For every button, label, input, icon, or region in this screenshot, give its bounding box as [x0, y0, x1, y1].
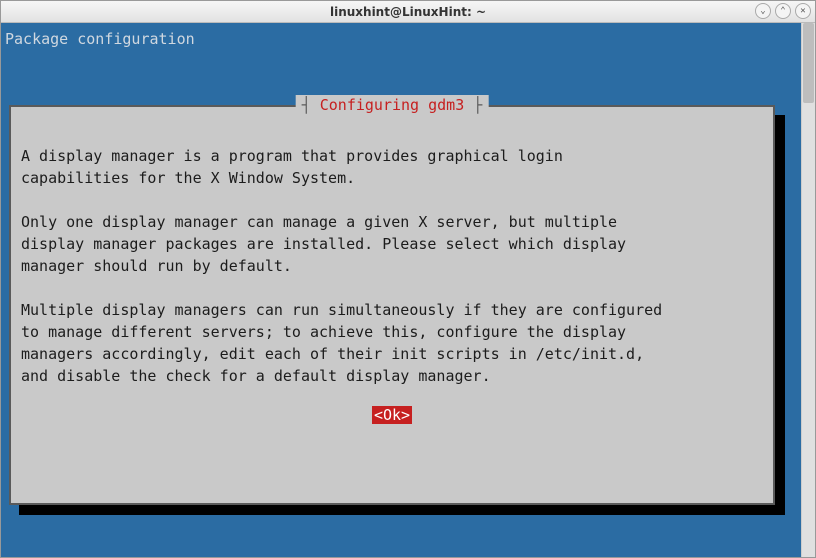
package-config-header: Package configuration: [5, 29, 195, 49]
dialog-button-row: <Ok>: [21, 405, 763, 425]
ok-button[interactable]: <Ok>: [372, 406, 412, 424]
dialog-title: Configuring gdm3: [296, 95, 489, 115]
vertical-scrollbar[interactable]: [801, 23, 815, 557]
terminal-area: Package configuration Configuring gdm3 A…: [1, 23, 815, 557]
terminal-content[interactable]: Package configuration Configuring gdm3 A…: [1, 23, 801, 557]
scrollbar-thumb[interactable]: [803, 23, 814, 103]
window-titlebar: linuxhint@LinuxHint: ~ ⌄ ⌃ ✕: [1, 1, 815, 23]
window-title: linuxhint@LinuxHint: ~: [330, 5, 486, 19]
window-controls: ⌄ ⌃ ✕: [755, 3, 811, 19]
close-button[interactable]: ✕: [795, 3, 811, 19]
config-dialog: Configuring gdm3 A display manager is a …: [9, 105, 775, 505]
terminal-window: linuxhint@LinuxHint: ~ ⌄ ⌃ ✕ Package con…: [0, 0, 816, 558]
minimize-button[interactable]: ⌄: [755, 3, 771, 19]
dialog-body: A display manager is a program that prov…: [21, 145, 763, 387]
maximize-button[interactable]: ⌃: [775, 3, 791, 19]
